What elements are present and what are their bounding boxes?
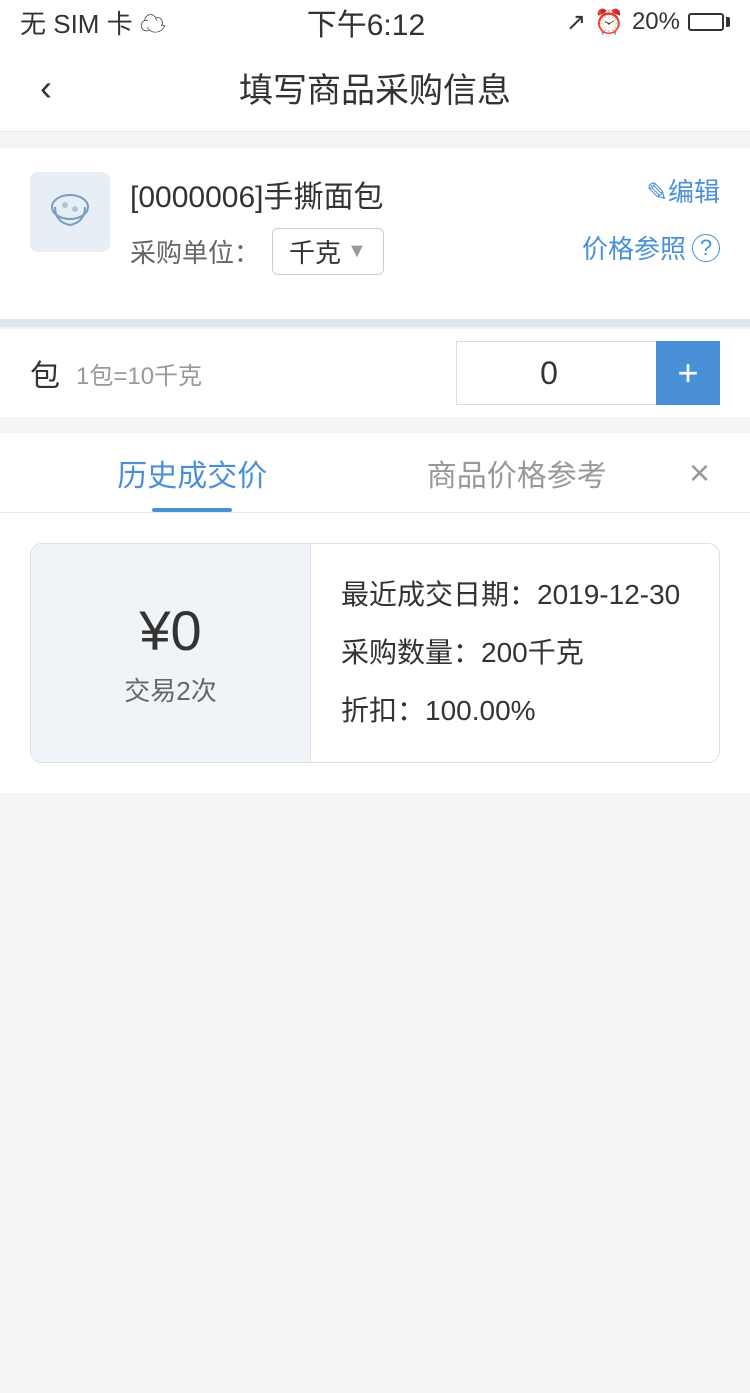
battery-percent: 20% (632, 8, 680, 36)
history-price-panel: ¥0 交易2次 (31, 544, 311, 762)
nav-bar: ‹ 填写商品采购信息 (0, 44, 750, 132)
quantity-input[interactable] (456, 341, 656, 405)
unit-label: 采购单位： (130, 233, 260, 270)
date-value: 2019-12-30 (537, 579, 680, 610)
close-button[interactable]: × (679, 442, 720, 504)
alarm-icon: ⏰ (594, 8, 624, 37)
chevron-down-icon: ▼ (347, 240, 367, 263)
unit-selector[interactable]: 千克 ▼ (272, 228, 384, 275)
status-bar: 无 SIM 卡 ☁ 下午6:12 ↗ ⏰ 20% (0, 0, 750, 44)
discount-label: 折扣： (341, 695, 425, 726)
price-reference-link[interactable]: 价格参照 ? (582, 229, 720, 266)
status-time: 下午6:12 (307, 0, 425, 44)
price-ref-label: 价格参照 (582, 229, 686, 266)
history-trade-count: 交易2次 (124, 671, 216, 708)
quantity-unit-icon: 包 (30, 351, 60, 395)
discount-value: 100.00% (425, 695, 536, 726)
date-label: 最近成交日期： (341, 579, 537, 610)
bottom-area (0, 793, 750, 1393)
back-button[interactable]: ‹ (30, 57, 62, 119)
tabs-header: 历史成交价 商品价格参考 × (0, 433, 750, 513)
edit-button[interactable]: ✎编辑 (646, 172, 720, 209)
quantity-conversion-label: 1包=10千克 (76, 356, 202, 391)
tabs-section: 历史成交价 商品价格参考 × ¥0 交易2次 最近成交日期：2019-12-30… (0, 433, 750, 793)
status-right: ↗ ⏰ 20% (566, 8, 730, 37)
product-unit-row: 采购单位： 千克 ▼ (130, 228, 384, 275)
product-info: [0000006]手撕面包 采购单位： 千克 ▼ (130, 172, 384, 275)
tab-history-label: 历史成交价 (117, 451, 267, 495)
quantity-input-group: + (456, 341, 720, 405)
quantity-plus-button[interactable]: + (656, 341, 720, 405)
product-name: [0000006]手撕面包 (130, 172, 384, 216)
history-price-value: ¥0 (139, 598, 201, 663)
quantity-value: 200千克 (481, 637, 584, 668)
status-left: 无 SIM 卡 ☁ (20, 4, 166, 41)
location-icon: ↗ (566, 8, 586, 37)
help-icon: ? (692, 234, 720, 262)
history-discount-row: 折扣：100.00% (341, 690, 689, 732)
tab-active-indicator (152, 508, 232, 512)
quantity-section: 包 1包=10千克 + (0, 329, 750, 417)
product-thumbnail (30, 172, 110, 252)
sim-label: 无 SIM 卡 ☁ (20, 4, 166, 41)
unit-value: 千克 (289, 233, 341, 270)
history-quantity-row: 采购数量：200千克 (341, 632, 689, 674)
separator (0, 319, 750, 327)
tab-reference-label: 商品价格参考 (427, 451, 607, 495)
quantity-label: 采购数量： (341, 637, 481, 668)
product-section: [0000006]手撕面包 采购单位： 千克 ▼ ✎编辑 价格参照 ? (0, 148, 750, 319)
quantity-label-group: 包 1包=10千克 (30, 351, 202, 395)
tab-content: ¥0 交易2次 最近成交日期：2019-12-30 采购数量：200千克 折扣：… (0, 513, 750, 793)
battery-indicator (688, 13, 730, 31)
history-date-row: 最近成交日期：2019-12-30 (341, 574, 689, 616)
history-details-panel: 最近成交日期：2019-12-30 采购数量：200千克 折扣：100.00% (311, 544, 719, 762)
product-header: [0000006]手撕面包 采购单位： 千克 ▼ ✎编辑 价格参照 ? (30, 172, 720, 275)
tab-history[interactable]: 历史成交价 (30, 433, 354, 512)
page-title: 填写商品采购信息 (239, 63, 511, 112)
tab-reference[interactable]: 商品价格参考 (354, 433, 678, 512)
product-left: [0000006]手撕面包 采购单位： 千克 ▼ (30, 172, 384, 275)
history-card: ¥0 交易2次 最近成交日期：2019-12-30 采购数量：200千克 折扣：… (30, 543, 720, 763)
